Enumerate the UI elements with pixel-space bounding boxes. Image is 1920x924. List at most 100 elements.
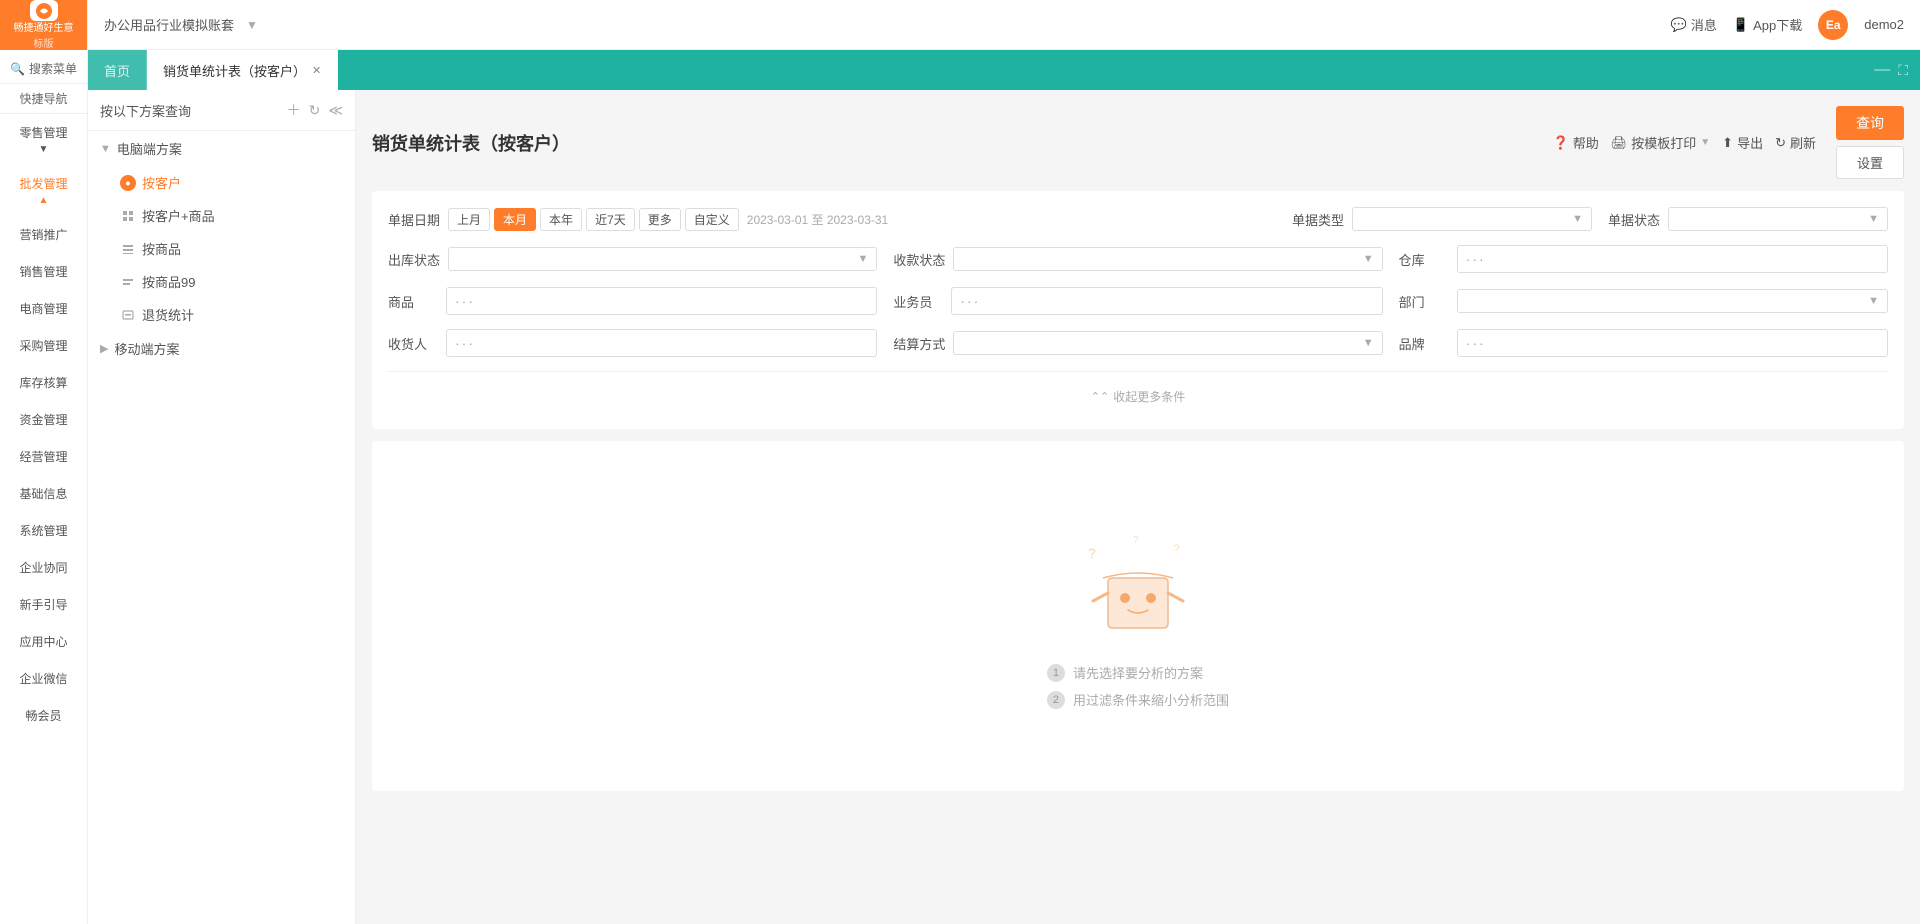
message-button[interactable]: 💬 消息 (1671, 15, 1717, 34)
desktop-group-header[interactable]: ▼ 电脑端方案 (88, 131, 355, 166)
tab-sales-stats[interactable]: 销货单统计表（按客户） ✕ (147, 50, 338, 90)
filter-date-item: 单据日期 上月 本月 本年 近7天 更多 自定义 2023-03-01 至 20… (388, 208, 1276, 231)
salesperson-select[interactable]: ··· (951, 287, 1382, 315)
scheme-item-return-stats[interactable]: 退货统计 (88, 298, 355, 331)
tab-maximize-icon[interactable]: ⛶ (1898, 62, 1908, 79)
member-label: 畅会员 (25, 707, 61, 724)
scheme-add-icon[interactable]: ＋ (287, 100, 301, 120)
filter-brand-item: 品牌 ··· (1399, 329, 1888, 357)
tab-home[interactable]: 首页 (88, 50, 147, 90)
outstatus-label: 出库状态 (388, 250, 440, 269)
docstatus-select[interactable]: ▼ (1668, 207, 1888, 231)
by-product-label: 按商品 (142, 239, 181, 258)
title-actions: ❓ 帮助 🖨 按模板打印 ▼ ⬆ 导出 ↻ 刷新 (1553, 106, 1904, 179)
query-button[interactable]: 查询 (1836, 106, 1904, 140)
receiver-select[interactable]: ··· (446, 329, 877, 357)
refresh-button[interactable]: ↻ 刷新 (1775, 133, 1816, 152)
sidebar-logo[interactable]: 畅捷通好生意 标版 (0, 0, 87, 50)
topbar-dropdown-icon[interactable]: ▼ (246, 18, 258, 32)
date-range-text: 2023-03-01 至 2023-03-31 (747, 211, 888, 228)
help-label: 帮助 (1573, 133, 1599, 152)
department-select[interactable]: ▼ (1457, 289, 1888, 313)
sidebar-search-label: 搜索菜单 (29, 60, 77, 77)
template-print-button[interactable]: 🖨 按模板打印 ▼ (1611, 133, 1710, 152)
inventory-label: 库存核算 (19, 374, 67, 391)
sidebar-item-operations[interactable]: 经营管理 (0, 438, 87, 475)
svg-text:?: ? (1173, 542, 1180, 556)
scheme-collapse-icon[interactable]: ≪ (328, 102, 343, 119)
sales-label: 销售管理 (19, 263, 67, 280)
sidebar-item-retail[interactable]: 零售管理 ▼ (0, 114, 87, 165)
return-stats-label: 退货统计 (142, 305, 194, 324)
empty-state: ? ? ? 1 请先选择要分析的方案 2 用过滤条件来缩小分析范围 (1027, 443, 1249, 789)
sidebar-item-marketing[interactable]: 营销推广 (0, 216, 87, 253)
brand-dots: ··· (1466, 335, 1486, 351)
settings-button[interactable]: 设置 (1836, 146, 1904, 179)
warehouse-select[interactable]: ··· (1457, 245, 1888, 273)
mobile-scheme-group: ▶ 移动端方案 (88, 331, 355, 366)
mobile-group-header[interactable]: ▶ 移动端方案 (88, 331, 355, 366)
sidebar-item-inventory[interactable]: 库存核算 (0, 364, 87, 401)
tab-minimize-icon[interactable]: — (1874, 61, 1890, 79)
sidebar-item-wholesale[interactable]: 批发管理 ▲ (0, 165, 87, 216)
product-select[interactable]: ··· (446, 287, 877, 315)
user-name: demo2 (1864, 17, 1904, 32)
page-title-bar: 销货单统计表（按客户） ❓ 帮助 🖨 按模板打印 ▼ ⬆ 导出 (372, 106, 1904, 179)
sidebar-item-cooperation[interactable]: 企业协同 (0, 549, 87, 586)
sales-stats-tab-label: 销货单统计表（按客户） (163, 61, 306, 80)
filter-outstatus-item: 出库状态 ▼ (388, 247, 877, 271)
sidebar-item-purchase[interactable]: 采购管理 (0, 327, 87, 364)
help-button[interactable]: ❓ 帮助 (1553, 133, 1599, 152)
sidebar-item-ecommerce[interactable]: 电商管理 (0, 290, 87, 327)
this-month-btn[interactable]: 本月 (494, 208, 536, 231)
export-icon: ⬆ (1722, 135, 1733, 151)
user-avatar[interactable]: Ea (1818, 10, 1848, 40)
sidebar-item-appcenter[interactable]: 应用中心 (0, 623, 87, 660)
collection-select[interactable]: ▼ (953, 247, 1382, 271)
scheme-item-customer-product[interactable]: 按客户+商品 (88, 199, 355, 232)
sidebar-search[interactable]: 🔍 搜索菜单 (0, 50, 87, 84)
scheme-item-by-product[interactable]: 按商品 (88, 232, 355, 265)
sidebar-item-system[interactable]: 系统管理 (0, 512, 87, 549)
filter-row-4: 收货人 ··· 结算方式 ▼ 品牌 (388, 329, 1888, 357)
sidebar-item-member[interactable]: 畅会员 (0, 697, 87, 734)
outstatus-select[interactable]: ▼ (448, 247, 877, 271)
scheme-item-product99[interactable]: 按商品99 (88, 265, 355, 298)
settlement-label: 结算方式 (893, 334, 945, 353)
main-area: 办公用品行业模拟账套 ▼ 💬 消息 📱 App下载 Ea demo2 首页 销货… (88, 0, 1920, 924)
doctype-select[interactable]: ▼ (1352, 207, 1592, 231)
date-quick-buttons: 上月 本月 本年 近7天 更多 自定义 (448, 208, 739, 231)
last-month-btn[interactable]: 上月 (448, 208, 490, 231)
sidebar-item-wechat[interactable]: 企业微信 (0, 660, 87, 697)
brand-select[interactable]: ··· (1457, 329, 1888, 357)
sidebar-item-basic[interactable]: 基础信息 (0, 475, 87, 512)
newbie-label: 新手引导 (19, 596, 67, 613)
scheme-refresh-icon[interactable]: ↻ (309, 102, 321, 119)
last7-btn[interactable]: 近7天 (586, 208, 635, 231)
custom-btn[interactable]: 自定义 (685, 208, 739, 231)
template-print-label: 按模板打印 (1631, 133, 1696, 152)
collapse-up-icon: ⌃⌃ (1091, 390, 1109, 403)
retail-expand-icon: ▼ (39, 144, 49, 155)
collapse-button[interactable]: ⌃⌃ 收起更多条件 (1083, 380, 1193, 413)
topbar-right: 💬 消息 📱 App下载 Ea demo2 (1671, 10, 1904, 40)
filter-product-item: 商品 ··· (388, 287, 877, 315)
this-year-btn[interactable]: 本年 (540, 208, 582, 231)
settlement-select[interactable]: ▼ (953, 331, 1382, 355)
scheme-item-by-customer[interactable]: ● 按客户 (88, 166, 355, 199)
wholesale-label: 批发管理 (19, 175, 67, 192)
tab-close-icon[interactable]: ✕ (312, 64, 321, 77)
desktop-scheme-group: ▼ 电脑端方案 ● 按客户 按客户+商品 (88, 131, 355, 331)
scheme-panel-header: 按以下方案查询 ＋ ↻ ≪ (88, 90, 355, 131)
sidebar-item-newbie[interactable]: 新手引导 (0, 586, 87, 623)
retail-label: 零售管理 (19, 124, 67, 141)
refresh-icon: ↻ (1775, 135, 1786, 151)
sidebar-item-sales[interactable]: 销售管理 (0, 253, 87, 290)
download-icon: 📱 (1733, 17, 1749, 33)
product-dots: ··· (455, 293, 475, 309)
sidebar-quick-nav[interactable]: 快捷导航 (0, 84, 87, 114)
app-download-button[interactable]: 📱 App下载 (1733, 15, 1802, 34)
export-button[interactable]: ⬆ 导出 (1722, 133, 1763, 152)
more-btn[interactable]: 更多 (639, 208, 681, 231)
sidebar-item-finance[interactable]: 资金管理 (0, 401, 87, 438)
